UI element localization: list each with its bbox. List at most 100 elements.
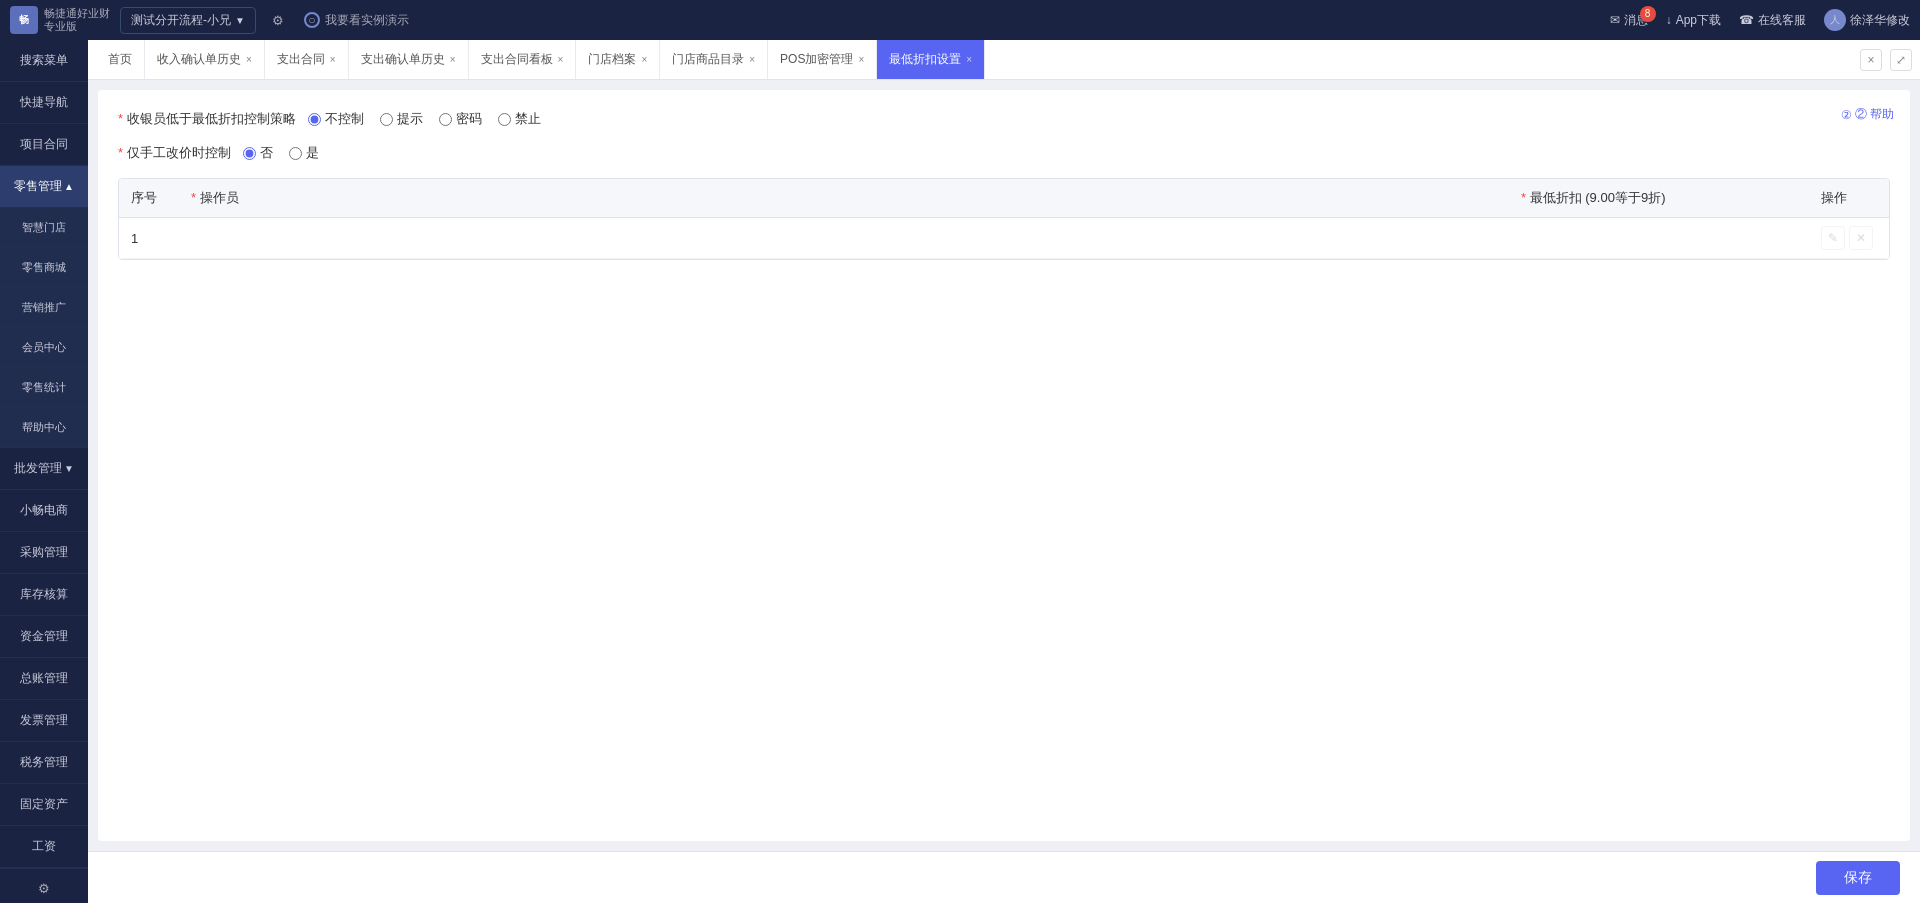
sidebar-item-member[interactable]: 会员中心 bbox=[0, 328, 88, 368]
tab-payment-board[interactable]: 支出合同看板 × bbox=[469, 40, 577, 79]
row-actions: ✎ ✕ bbox=[1821, 226, 1877, 250]
logo-text: 畅捷通好业财专业版 bbox=[44, 7, 110, 33]
content-area: 首页 收入确认单历史 × 支出合同 × 支出确认单历史 × 支出合同看板 × 门… bbox=[88, 40, 1920, 903]
download-icon: ↓ bbox=[1666, 13, 1672, 27]
sidebar-item-purchase[interactable]: 采购管理 bbox=[0, 532, 88, 574]
radio-password-input[interactable] bbox=[439, 113, 452, 126]
topbar-right: ✉ 消息 8 ↓ App下载 ☎ 在线客服 人 徐泽华修改 bbox=[1610, 9, 1910, 31]
manual-price-label: 仅手工改价时控制 bbox=[118, 144, 231, 162]
radio-manual-yes-input[interactable] bbox=[289, 147, 302, 160]
tab-close-payment-board[interactable]: × bbox=[558, 54, 564, 65]
radio-ban-input[interactable] bbox=[498, 113, 511, 126]
th-actions: 操作 bbox=[1809, 179, 1889, 217]
th-seq: 序号 bbox=[119, 179, 179, 217]
page-footer: 保存 bbox=[88, 851, 1920, 903]
sidebar-item-assets[interactable]: 固定资产 bbox=[0, 784, 88, 826]
main-layout: 搜索菜单 快捷导航 项目合同 零售管理 ▲ 智慧门店 零售商城 营销推广 会员中… bbox=[0, 40, 1920, 903]
sidebar-item-retail-stat[interactable]: 零售统计 bbox=[0, 368, 88, 408]
td-seq: 1 bbox=[119, 223, 179, 254]
sidebar-item-help-center[interactable]: 帮助中心 bbox=[0, 408, 88, 448]
radio-manual-yes[interactable]: 是 bbox=[289, 144, 319, 162]
radio-hint-input[interactable] bbox=[380, 113, 393, 126]
table-body: 1 ✎ ✕ bbox=[119, 218, 1889, 259]
topbar: 畅 畅捷通好业财专业版 测试分开流程-小兄 ▼ ⚙ ○ 我要看实例演示 ✉ 消息… bbox=[0, 0, 1920, 40]
project-selector[interactable]: 测试分开流程-小兄 ▼ bbox=[120, 7, 256, 34]
message-badge: 8 bbox=[1640, 6, 1656, 22]
th-min-discount: 最低折扣 (9.00等于9折) bbox=[1509, 179, 1809, 217]
retail-arrow-icon: ▲ bbox=[64, 181, 74, 192]
th-operator: 操作员 bbox=[179, 179, 1509, 217]
radio-no-control[interactable]: 不控制 bbox=[308, 110, 364, 128]
sidebar-settings-icon[interactable]: ⚙ bbox=[0, 868, 88, 903]
page-inner: ② ② 帮助 收银员低于最低折扣控制策略 不控制 提示 bbox=[98, 90, 1910, 841]
sidebar-item-marketing[interactable]: 营销推广 bbox=[0, 288, 88, 328]
online-support-button[interactable]: ☎ 在线客服 bbox=[1739, 12, 1806, 29]
radio-ban[interactable]: 禁止 bbox=[498, 110, 541, 128]
tab-close-payment-confirm[interactable]: × bbox=[450, 54, 456, 65]
radio-no-control-input[interactable] bbox=[308, 113, 321, 126]
sidebar-item-inventory[interactable]: 库存核算 bbox=[0, 574, 88, 616]
sidebar-item-wholesale[interactable]: 批发管理 ▼ bbox=[0, 448, 88, 490]
edit-row-button[interactable]: ✎ bbox=[1821, 226, 1845, 250]
tab-home[interactable]: 首页 bbox=[96, 40, 145, 79]
user-menu[interactable]: 人 徐泽华修改 bbox=[1824, 9, 1910, 31]
discount-table: 序号 操作员 最低折扣 (9.00等于9折) 操作 1 bbox=[118, 178, 1890, 260]
tabbar: 首页 收入确认单历史 × 支出合同 × 支出确认单历史 × 支出合同看板 × 门… bbox=[88, 40, 1920, 80]
settings-icon[interactable]: ⚙ bbox=[264, 6, 292, 34]
radio-password[interactable]: 密码 bbox=[439, 110, 482, 128]
sidebar-item-ledger[interactable]: 总账管理 bbox=[0, 658, 88, 700]
radio-manual-no[interactable]: 否 bbox=[243, 144, 273, 162]
tab-store-catalog[interactable]: 门店商品目录 × bbox=[660, 40, 768, 79]
td-min-discount bbox=[1509, 230, 1809, 246]
tab-payment-confirm[interactable]: 支出确认单历史 × bbox=[349, 40, 469, 79]
sidebar-item-finance[interactable]: 资金管理 bbox=[0, 616, 88, 658]
sidebar-item-tax[interactable]: 税务管理 bbox=[0, 742, 88, 784]
manual-price-radio-group: 否 是 bbox=[243, 144, 319, 162]
tab-close-store-catalog[interactable]: × bbox=[749, 54, 755, 65]
tab-close-store-profile[interactable]: × bbox=[641, 54, 647, 65]
save-button[interactable]: 保存 bbox=[1816, 861, 1900, 895]
sidebar-item-retail[interactable]: 零售管理 ▲ bbox=[0, 166, 88, 208]
logo-icon: 畅 bbox=[10, 6, 38, 34]
wholesale-arrow-icon: ▼ bbox=[64, 463, 74, 474]
help-link[interactable]: ② ② 帮助 bbox=[1841, 106, 1894, 123]
tab-close-payment-contract[interactable]: × bbox=[330, 54, 336, 65]
app-logo: 畅 畅捷通好业财专业版 bbox=[10, 6, 110, 34]
tab-pos-pwd[interactable]: POS加密管理 × bbox=[768, 40, 877, 79]
sidebar-item-retail-mall[interactable]: 零售商城 bbox=[0, 248, 88, 288]
td-operator bbox=[179, 230, 1509, 246]
radio-hint[interactable]: 提示 bbox=[380, 110, 423, 128]
discount-policy-radio-group: 不控制 提示 密码 禁止 bbox=[308, 110, 541, 128]
support-icon: ☎ bbox=[1739, 13, 1754, 27]
tab-close-pos-pwd[interactable]: × bbox=[858, 54, 864, 65]
sidebar-item-nav[interactable]: 快捷导航 bbox=[0, 82, 88, 124]
user-avatar-icon: 人 bbox=[1824, 9, 1846, 31]
sidebar-item-invoice[interactable]: 发票管理 bbox=[0, 700, 88, 742]
discount-policy-label: 收银员低于最低折扣控制策略 bbox=[118, 110, 296, 128]
sidebar-item-ecommerce[interactable]: 小畅电商 bbox=[0, 490, 88, 532]
tab-close-income-confirm[interactable]: × bbox=[246, 54, 252, 65]
tab-min-discount[interactable]: 最低折扣设置 × bbox=[877, 40, 985, 79]
sidebar: 搜索菜单 快捷导航 项目合同 零售管理 ▲ 智慧门店 零售商城 营销推广 会员中… bbox=[0, 40, 88, 903]
maximize-tab-button[interactable]: ⤢ bbox=[1890, 49, 1912, 71]
table-header: 序号 操作员 最低折扣 (9.00等于9折) 操作 bbox=[119, 179, 1889, 218]
messages-button[interactable]: ✉ 消息 8 bbox=[1610, 12, 1648, 29]
tab-store-profile[interactable]: 门店档案 × bbox=[576, 40, 660, 79]
manual-price-row: 仅手工改价时控制 否 是 bbox=[118, 144, 1890, 162]
demo-link[interactable]: ○ 我要看实例演示 bbox=[304, 12, 409, 29]
close-tab-button[interactable]: × bbox=[1860, 49, 1882, 71]
delete-row-button[interactable]: ✕ bbox=[1849, 226, 1873, 250]
dropdown-arrow-icon: ▼ bbox=[235, 15, 245, 26]
app-download-button[interactable]: ↓ App下载 bbox=[1666, 12, 1721, 29]
tab-close-min-discount[interactable]: × bbox=[966, 54, 972, 65]
sidebar-item-salary[interactable]: 工资 bbox=[0, 826, 88, 868]
sidebar-item-search[interactable]: 搜索菜单 bbox=[0, 40, 88, 82]
tab-payment-contract[interactable]: 支出合同 × bbox=[265, 40, 349, 79]
demo-circle-icon: ○ bbox=[304, 12, 320, 28]
tab-income-confirm[interactable]: 收入确认单历史 × bbox=[145, 40, 265, 79]
radio-manual-no-input[interactable] bbox=[243, 147, 256, 160]
help-icon: ② bbox=[1841, 108, 1852, 122]
sidebar-item-smart-store[interactable]: 智慧门店 bbox=[0, 208, 88, 248]
td-actions: ✎ ✕ bbox=[1809, 218, 1889, 258]
sidebar-item-project[interactable]: 项目合同 bbox=[0, 124, 88, 166]
